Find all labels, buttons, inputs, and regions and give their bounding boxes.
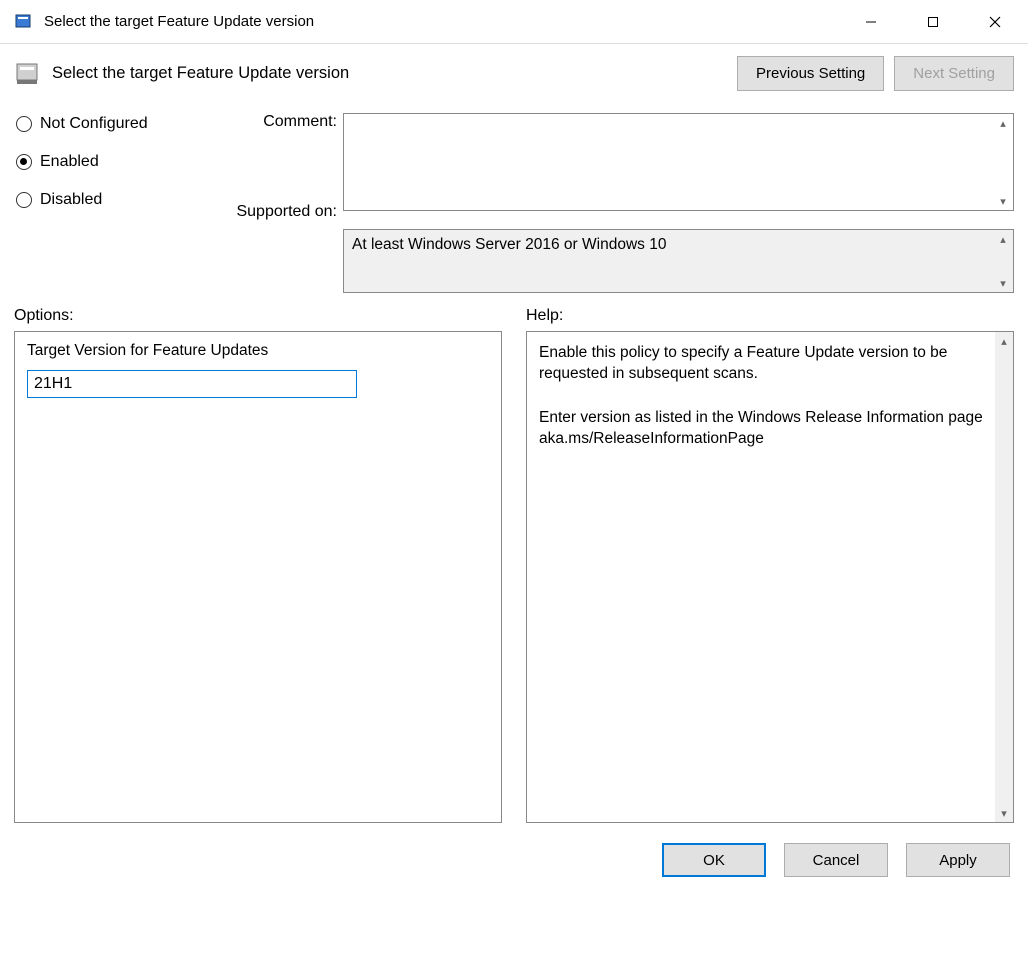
minimize-button[interactable] <box>840 0 902 43</box>
title-bar: Select the target Feature Update version <box>0 0 1028 44</box>
apply-button[interactable]: Apply <box>906 843 1010 877</box>
radio-disabled[interactable]: Disabled <box>16 191 196 209</box>
previous-setting-button[interactable]: Previous Setting <box>737 56 884 91</box>
next-setting-button: Next Setting <box>894 56 1014 91</box>
scroll-down-icon[interactable]: ▾ <box>993 192 1013 210</box>
scroll-up-icon[interactable]: ▴ <box>995 332 1013 350</box>
help-paragraph: Enter version as listed in the Windows R… <box>539 407 989 450</box>
target-version-input[interactable] <box>27 370 357 398</box>
policy-header: Select the target Feature Update version… <box>0 44 1028 101</box>
scroll-up-icon[interactable]: ▴ <box>993 114 1013 132</box>
panels: Target Version for Feature Updates Enabl… <box>0 331 1028 823</box>
help-label: Help: <box>526 307 1014 325</box>
policy-icon <box>14 60 42 88</box>
radio-enabled[interactable]: Enabled <box>16 153 196 171</box>
policy-title: Select the target Feature Update version <box>52 64 727 83</box>
config-area: Not Configured Enabled Disabled Comment:… <box>0 101 1028 297</box>
app-icon <box>14 12 34 32</box>
radio-icon <box>16 116 32 132</box>
radio-label: Enabled <box>40 153 99 171</box>
dialog-footer: OK Cancel Apply <box>0 823 1028 877</box>
supported-on-box: At least Windows Server 2016 or Windows … <box>343 229 1014 293</box>
help-panel: Enable this policy to specify a Feature … <box>526 331 1014 823</box>
comment-label: Comment: <box>202 113 337 131</box>
scroll-up-icon: ▴ <box>993 230 1013 248</box>
field-boxes: ▴ ▾ At least Windows Server 2016 or Wind… <box>343 113 1014 293</box>
maximize-button[interactable] <box>902 0 964 43</box>
help-paragraph: Enable this policy to specify a Feature … <box>539 342 989 385</box>
target-version-label: Target Version for Feature Updates <box>27 342 489 360</box>
window-title: Select the target Feature Update version <box>44 13 840 30</box>
section-labels: Options: Help: <box>0 297 1028 331</box>
radio-not-configured[interactable]: Not Configured <box>16 115 196 133</box>
options-panel: Target Version for Feature Updates <box>14 331 502 823</box>
field-labels: Comment: Supported on: <box>202 113 337 221</box>
radio-icon <box>16 154 32 170</box>
cancel-button[interactable]: Cancel <box>784 843 888 877</box>
radio-icon <box>16 192 32 208</box>
ok-button[interactable]: OK <box>662 843 766 877</box>
scroll-down-icon[interactable]: ▾ <box>995 804 1013 822</box>
radio-label: Not Configured <box>40 115 148 133</box>
scroll-down-icon: ▾ <box>993 274 1013 292</box>
supported-on-label: Supported on: <box>202 203 337 221</box>
close-button[interactable] <box>964 0 1026 43</box>
state-radios: Not Configured Enabled Disabled <box>16 113 196 209</box>
window-buttons <box>840 0 1026 43</box>
options-label: Options: <box>14 307 502 325</box>
comment-textarea[interactable]: ▴ ▾ <box>343 113 1014 211</box>
supported-on-value: At least Windows Server 2016 or Windows … <box>352 236 666 253</box>
radio-label: Disabled <box>40 191 102 209</box>
